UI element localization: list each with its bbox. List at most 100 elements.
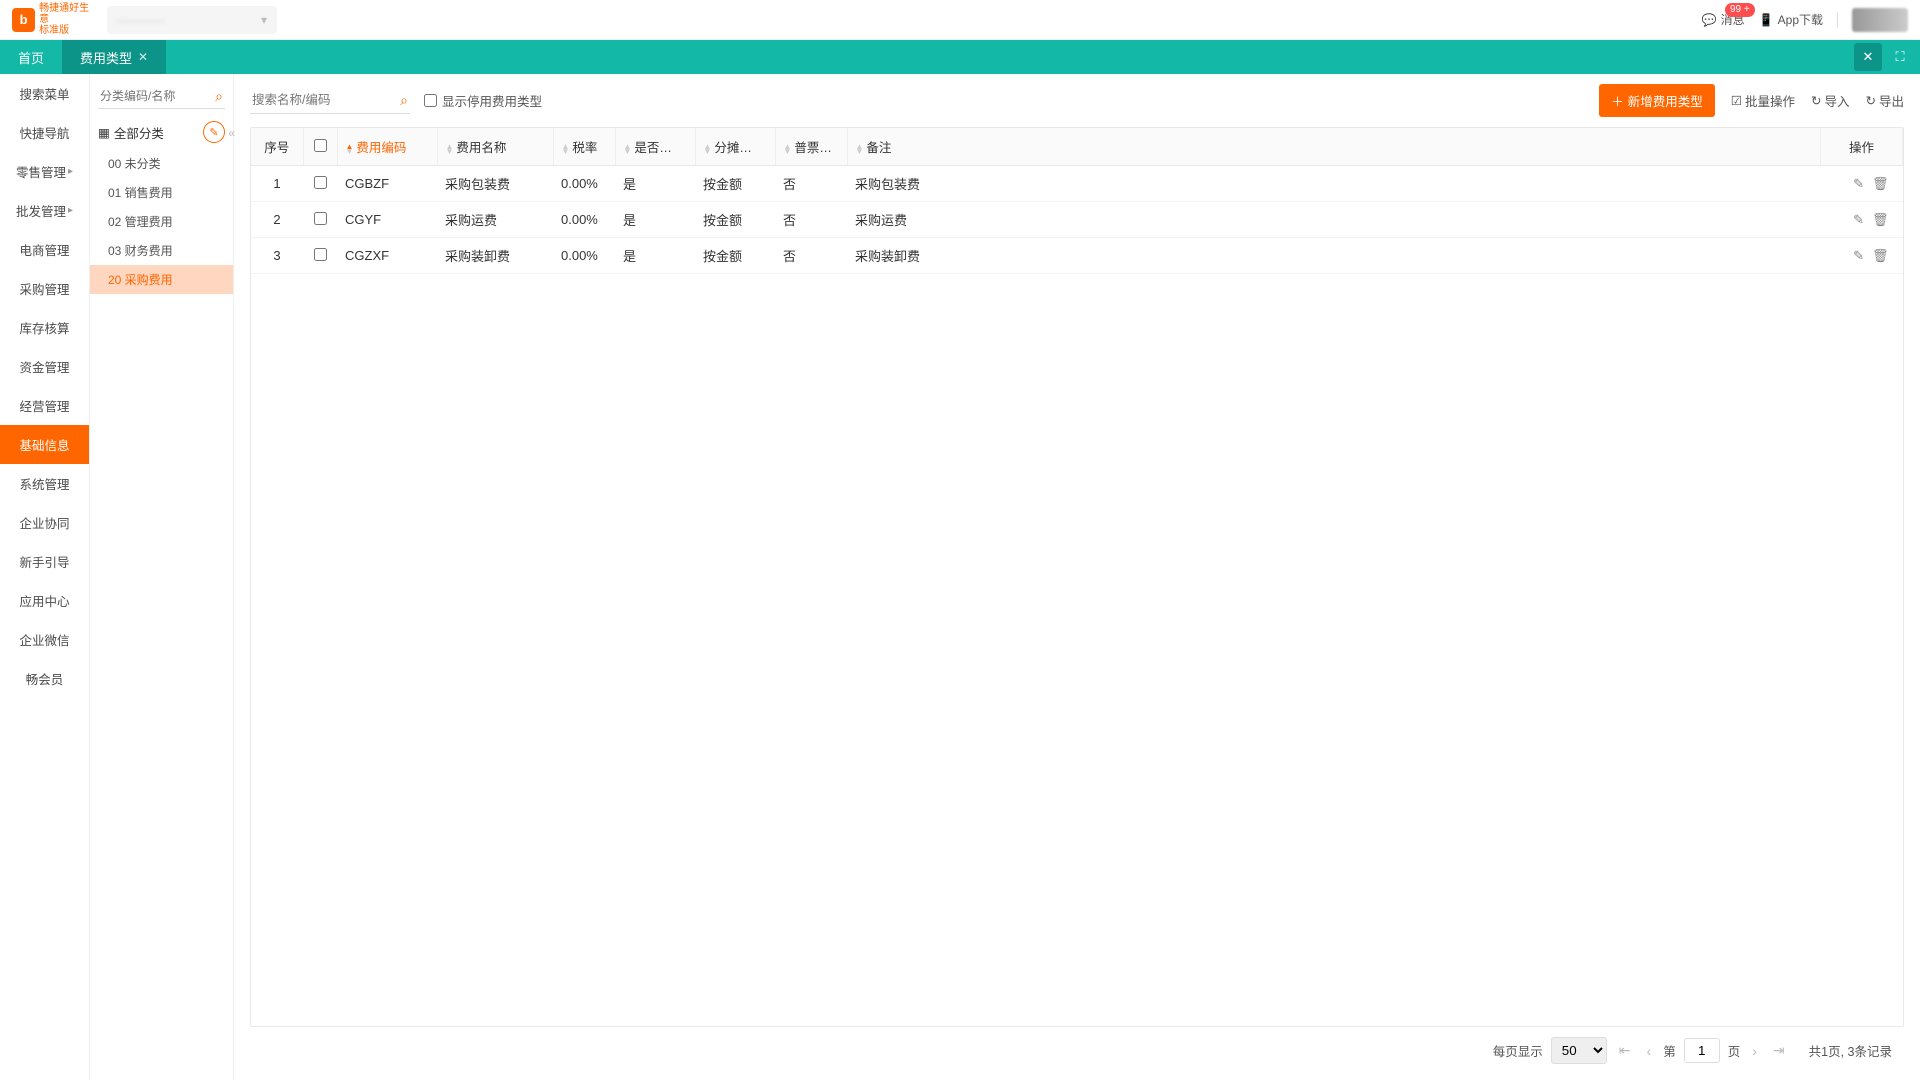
brand-icon: b (12, 8, 35, 32)
col-code[interactable]: ▲▼费用编码 (337, 128, 437, 166)
category-search-input[interactable] (98, 84, 225, 109)
cell-checkbox[interactable] (303, 238, 337, 274)
sidebar-item-9[interactable]: 基础信息 (0, 425, 89, 464)
cell-op: ✎🗑 (1821, 202, 1903, 238)
cell-checkbox[interactable] (303, 202, 337, 238)
table-row: 2CGYF采购运费0.00%是按金额否采购运费✎🗑 (251, 202, 1903, 238)
sidebar-item-6[interactable]: 库存核算 (0, 308, 89, 347)
sidebar-item-0[interactable]: 搜索菜单 (0, 74, 89, 113)
sidebar-item-12[interactable]: 新手引导 (0, 542, 89, 581)
col-pup[interactable]: ▲▼普票… (775, 128, 847, 166)
col-rate[interactable]: ▲▼税率 (553, 128, 615, 166)
chevron-down-icon: ▾ (261, 13, 267, 27)
sidebar-item-11[interactable]: 企业协同 (0, 503, 89, 542)
next-page-button[interactable]: › (1748, 1041, 1761, 1061)
sidebar-item-1[interactable]: 快捷导航 (0, 113, 89, 152)
category-item-1[interactable]: 01 销售费用 (90, 178, 233, 207)
close-icon[interactable]: ✕ (138, 50, 148, 64)
category-item-0[interactable]: 00 未分类 (90, 149, 233, 178)
middle-row: ⌕ ▦ 全部分类 ✎ « 00 未分类01 销售费用02 管理费用03 财务费用… (90, 74, 1920, 1080)
sidebar-item-3[interactable]: 批发管理▸ (0, 191, 89, 230)
edit-category-button[interactable]: ✎ (203, 121, 225, 143)
sidebar-item-13[interactable]: 应用中心 (0, 581, 89, 620)
cell-name: 采购包装费 (437, 166, 553, 202)
close-all-tabs-button[interactable]: ✕ (1854, 43, 1882, 71)
cell-name: 采购运费 (437, 202, 553, 238)
row-checkbox[interactable] (314, 176, 327, 189)
tab-expense-type[interactable]: 费用类型 ✕ (62, 40, 166, 74)
search-input[interactable] (250, 87, 410, 114)
import-button[interactable]: ↻ 导入 (1811, 91, 1850, 110)
table-row: 1CGBZF采购包装费0.00%是按金额否采购包装费✎🗑 (251, 166, 1903, 202)
category-item-4[interactable]: 20 采购费用 (90, 265, 233, 294)
delete-row-button[interactable]: 🗑 (1872, 212, 1889, 227)
row-checkbox[interactable] (314, 248, 327, 261)
sidebar-item-5[interactable]: 采购管理 (0, 269, 89, 308)
company-selector[interactable]: ———— ▾ (107, 6, 277, 34)
edit-icon: ☑ (1731, 93, 1742, 108)
col-note[interactable]: ▲▼备注 (847, 128, 1821, 166)
select-all-checkbox[interactable] (314, 139, 327, 152)
sidebar-item-label: 系统管理 (19, 474, 69, 493)
export-button[interactable]: ↻ 导出 (1866, 91, 1905, 110)
category-item-2[interactable]: 02 管理费用 (90, 207, 233, 236)
cell-checkbox[interactable] (303, 166, 337, 202)
cell-pup: 否 (775, 238, 847, 274)
cell-bool: 是 (615, 202, 695, 238)
tab-home[interactable]: 首页 (0, 40, 62, 74)
toolbar: ⌕ 显示停用费用类型 ＋ 新增费用类型 ☑ 批量操作 (250, 84, 1904, 127)
messages-link[interactable]: 💬 消息 99 + (1702, 11, 1745, 28)
cell-seq: 3 (251, 238, 303, 274)
edit-row-button[interactable]: ✎ (1853, 176, 1864, 191)
edit-row-button[interactable]: ✎ (1853, 212, 1864, 227)
row-checkbox[interactable] (314, 212, 327, 225)
cell-op: ✎🗑 (1821, 238, 1903, 274)
batch-operation-button[interactable]: ☑ 批量操作 (1731, 91, 1795, 110)
col-seq[interactable]: 序号 (251, 128, 303, 166)
first-page-button[interactable]: ⇤ (1615, 1040, 1635, 1061)
category-item-3[interactable]: 03 财务费用 (90, 236, 233, 265)
search-icon[interactable]: ⌕ (215, 88, 223, 105)
search-icon[interactable]: ⌕ (400, 92, 408, 109)
sidebar-item-2[interactable]: 零售管理▸ (0, 152, 89, 191)
sidebar-item-15[interactable]: 畅会员 (0, 659, 89, 698)
col-name[interactable]: ▲▼费用名称 (437, 128, 553, 166)
sidebar-item-label: 企业微信 (19, 630, 69, 649)
sidebar-item-label: 批发管理 (16, 201, 66, 220)
last-page-button[interactable]: ⇥ (1769, 1040, 1789, 1061)
category-all[interactable]: ▦ 全部分类 ✎ (90, 113, 233, 149)
cell-alloc: 按金额 (695, 238, 775, 274)
sidebar-item-10[interactable]: 系统管理 (0, 464, 89, 503)
app-download-link[interactable]: 📱 App下载 (1759, 11, 1823, 28)
show-disabled-checkbox[interactable]: 显示停用费用类型 (424, 91, 542, 110)
cell-seq: 1 (251, 166, 303, 202)
cell-code: CGYF (337, 202, 437, 238)
sidebar-item-7[interactable]: 资金管理 (0, 347, 89, 386)
cell-name: 采购装卸费 (437, 238, 553, 274)
show-disabled-input[interactable] (424, 94, 437, 107)
edit-row-button[interactable]: ✎ (1853, 248, 1864, 263)
add-expense-type-button[interactable]: ＋ 新增费用类型 (1599, 84, 1715, 117)
tab-home-label: 首页 (18, 48, 44, 67)
col-checkbox[interactable] (303, 128, 337, 166)
collapse-panel-button[interactable]: « (228, 126, 235, 140)
sidebar-item-label: 畅会员 (26, 669, 64, 688)
page-input[interactable] (1684, 1038, 1720, 1063)
sidebar-item-8[interactable]: 经营管理 (0, 386, 89, 425)
sidebar-item-label: 采购管理 (19, 279, 69, 298)
sidebar-item-14[interactable]: 企业微信 (0, 620, 89, 659)
per-page-select[interactable]: 50 (1551, 1037, 1607, 1064)
col-alloc[interactable]: ▲▼分摊… (695, 128, 775, 166)
avatar[interactable] (1852, 8, 1908, 32)
col-bool[interactable]: ▲▼是否… (615, 128, 695, 166)
cell-bool: 是 (615, 238, 695, 274)
sidebar-item-4[interactable]: 电商管理 (0, 230, 89, 269)
delete-row-button[interactable]: 🗑 (1872, 176, 1889, 191)
cell-rate: 0.00% (553, 238, 615, 274)
prev-page-button[interactable]: ‹ (1643, 1041, 1656, 1061)
message-icon: 💬 (1702, 13, 1717, 27)
delete-row-button[interactable]: 🗑 (1872, 248, 1889, 263)
fullscreen-button[interactable]: ⛶ (1886, 43, 1914, 71)
plus-icon: ＋ (1611, 91, 1624, 110)
pagination-summary: 共1页, 3条记录 (1809, 1041, 1892, 1060)
